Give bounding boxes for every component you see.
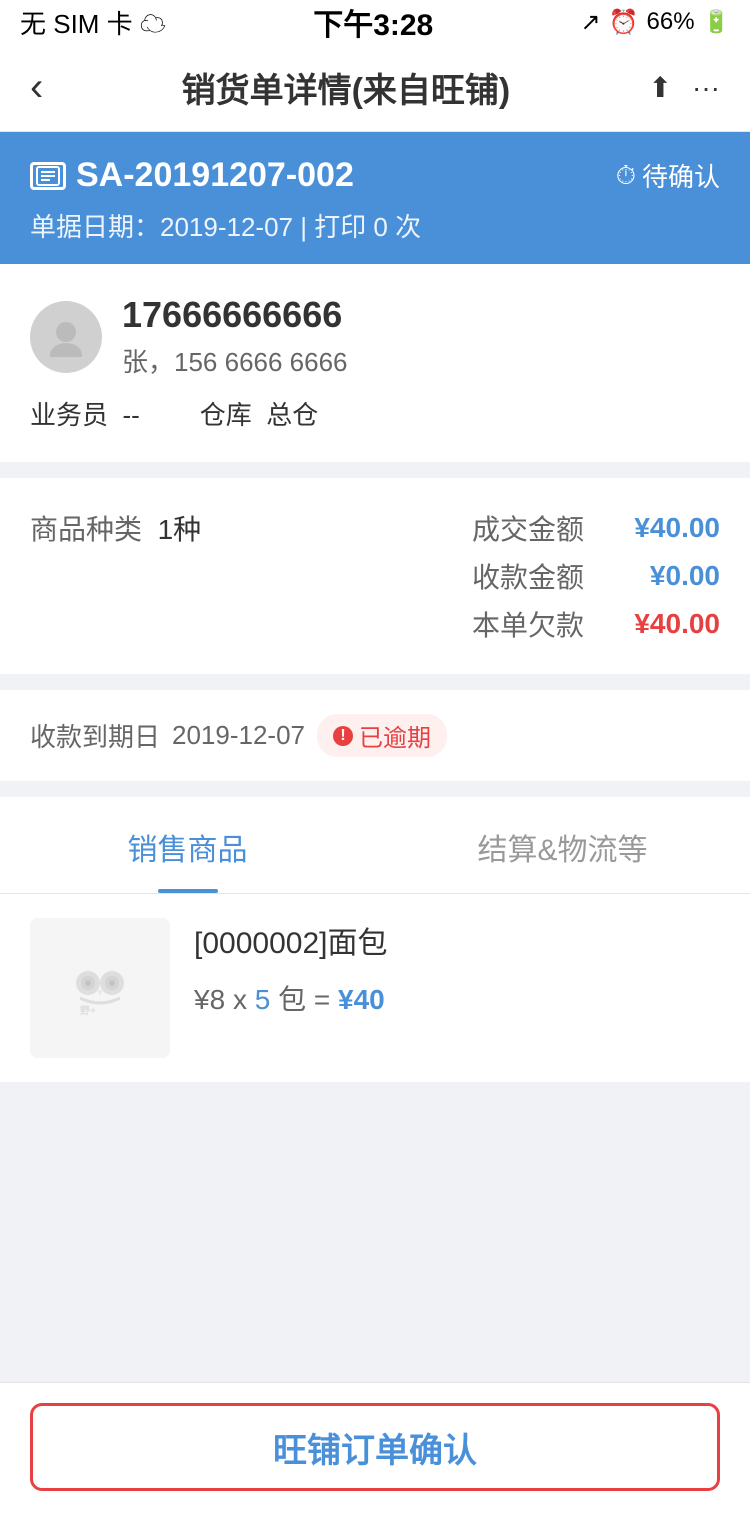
status-left: 无 SIM 卡 ☁: [20, 4, 166, 41]
status-right: ↗ ⏰ 66% 🔋: [581, 8, 730, 37]
status-text: 待确认: [642, 157, 720, 194]
order-date: 单据日期：2019-12-07 | 打印 0 次: [30, 207, 720, 244]
order-header-banner: SA-20191207-002 ⏱ 待确认 单据日期：2019-12-07 | …: [0, 132, 750, 264]
status-bar: 无 SIM 卡 ☁ 下午3:28 ↗ ⏰ 66% 🔋: [0, 0, 750, 44]
order-status: ⏱ 待确认: [616, 157, 720, 194]
product-unit: 包: [278, 984, 306, 1015]
product-multiply: x: [233, 984, 255, 1015]
due-date-value: 2019-12-07: [172, 720, 305, 751]
due-date-label: 收款到期日: [30, 717, 160, 754]
location-icon: ↗: [581, 8, 601, 37]
product-calc: ¥8 x 5 包 = ¥40: [194, 978, 720, 1018]
order-id-container: SA-20191207-002: [30, 156, 354, 195]
customer-phone: 17666666666: [122, 294, 348, 336]
summary-section: 商品种类 1种 成交金额 ¥40.00 收款金额 ¥0.00 本单欠款 ¥40.…: [0, 478, 750, 674]
banner-top-row: SA-20191207-002 ⏱ 待确认: [30, 156, 720, 195]
confirm-order-button[interactable]: 旺铺订单确认: [30, 1403, 720, 1491]
back-button[interactable]: ‹: [30, 65, 43, 110]
clock-icon: ⏱: [616, 160, 636, 192]
content-spacer: [0, 1082, 750, 1382]
sim-status: 无 SIM 卡 ☁: [20, 4, 166, 41]
tab-sales-goods-label: 销售商品: [128, 834, 248, 867]
page-title: 销货单详情(来自旺铺): [43, 63, 648, 112]
product-info: [0000002]面包 ¥8 x 5 包 = ¥40: [194, 918, 720, 1018]
overdue-badge: ! 已逾期: [317, 714, 447, 757]
warehouse-label: 仓库: [200, 400, 252, 430]
tabs-header: 销售商品 结算&物流等: [0, 797, 750, 894]
transaction-amount-label: 成交金额: [472, 508, 584, 548]
warning-icon: !: [333, 726, 353, 746]
share-button[interactable]: ⬆: [649, 71, 672, 104]
salesperson-field: 业务员 --: [30, 395, 140, 432]
order-doc-icon: [30, 162, 66, 190]
nav-right-icons: ⬆ ···: [649, 71, 720, 104]
product-qty: 5: [255, 984, 271, 1015]
salesperson-label: 业务员: [30, 400, 108, 430]
battery-status: 66%: [647, 8, 695, 36]
owed-amount-value: ¥40.00: [600, 608, 720, 640]
product-type-value: 1种: [158, 514, 202, 545]
order-id-text: SA-20191207-002: [76, 156, 354, 195]
owed-amount-row: 本单欠款 ¥40.00: [472, 604, 720, 644]
collected-amount-row: 收款金额 ¥0.00: [472, 556, 720, 596]
transaction-amount-row: 成交金额 ¥40.00: [472, 508, 720, 548]
nav-bar: ‹ 销货单详情(来自旺铺) ⬆ ···: [0, 44, 750, 132]
tabs-section: 销售商品 结算&物流等: [0, 797, 750, 1082]
battery-icon: 🔋: [703, 9, 730, 35]
product-equals: =: [314, 984, 338, 1015]
product-section: 野+ [0000002]面包 ¥8 x 5 包 = ¥40: [0, 894, 750, 1082]
due-date-section: 收款到期日 2019-12-07 ! 已逾期: [0, 690, 750, 781]
collected-amount-value: ¥0.00: [600, 560, 720, 592]
more-button[interactable]: ···: [692, 72, 720, 104]
customer-name: 张，156 6666 6666: [122, 342, 348, 379]
owed-amount-label: 本单欠款: [472, 604, 584, 644]
tab-sales-goods[interactable]: 销售商品: [0, 797, 375, 893]
avatar: [30, 301, 102, 373]
amounts-section: 成交金额 ¥40.00 收款金额 ¥0.00 本单欠款 ¥40.00: [472, 508, 720, 644]
product-item: 野+ [0000002]面包 ¥8 x 5 包 = ¥40: [30, 918, 720, 1058]
customer-info: 17666666666 张，156 6666 6666: [122, 294, 348, 379]
collected-amount-label: 收款金额: [472, 556, 584, 596]
salesperson-value: --: [122, 400, 139, 430]
overdue-text: 已逾期: [359, 718, 431, 753]
customer-meta: 业务员 -- 仓库 总仓: [30, 395, 720, 432]
customer-top: 17666666666 张，156 6666 6666: [30, 294, 720, 379]
product-type-label: 商品种类: [30, 514, 142, 545]
bottom-bar: 旺铺订单确认: [0, 1382, 750, 1531]
warehouse-value: 总仓: [266, 400, 318, 430]
svg-text:野+: 野+: [80, 1005, 96, 1017]
product-total: ¥40: [338, 984, 385, 1015]
alarm-icon: ⏰: [609, 8, 639, 37]
product-price: ¥8: [194, 984, 225, 1015]
product-image: 野+: [30, 918, 170, 1058]
product-name: [0000002]面包: [194, 918, 720, 962]
tab-settlement-label: 结算&物流等: [477, 834, 647, 867]
product-type-field: 商品种类 1种: [30, 508, 201, 548]
status-time: 下午3:28: [313, 0, 433, 44]
transaction-amount-value: ¥40.00: [600, 512, 720, 544]
tab-settlement[interactable]: 结算&物流等: [375, 797, 750, 893]
customer-section: 17666666666 张，156 6666 6666 业务员 -- 仓库 总仓: [0, 264, 750, 462]
warehouse-field: 仓库 总仓: [200, 395, 318, 432]
